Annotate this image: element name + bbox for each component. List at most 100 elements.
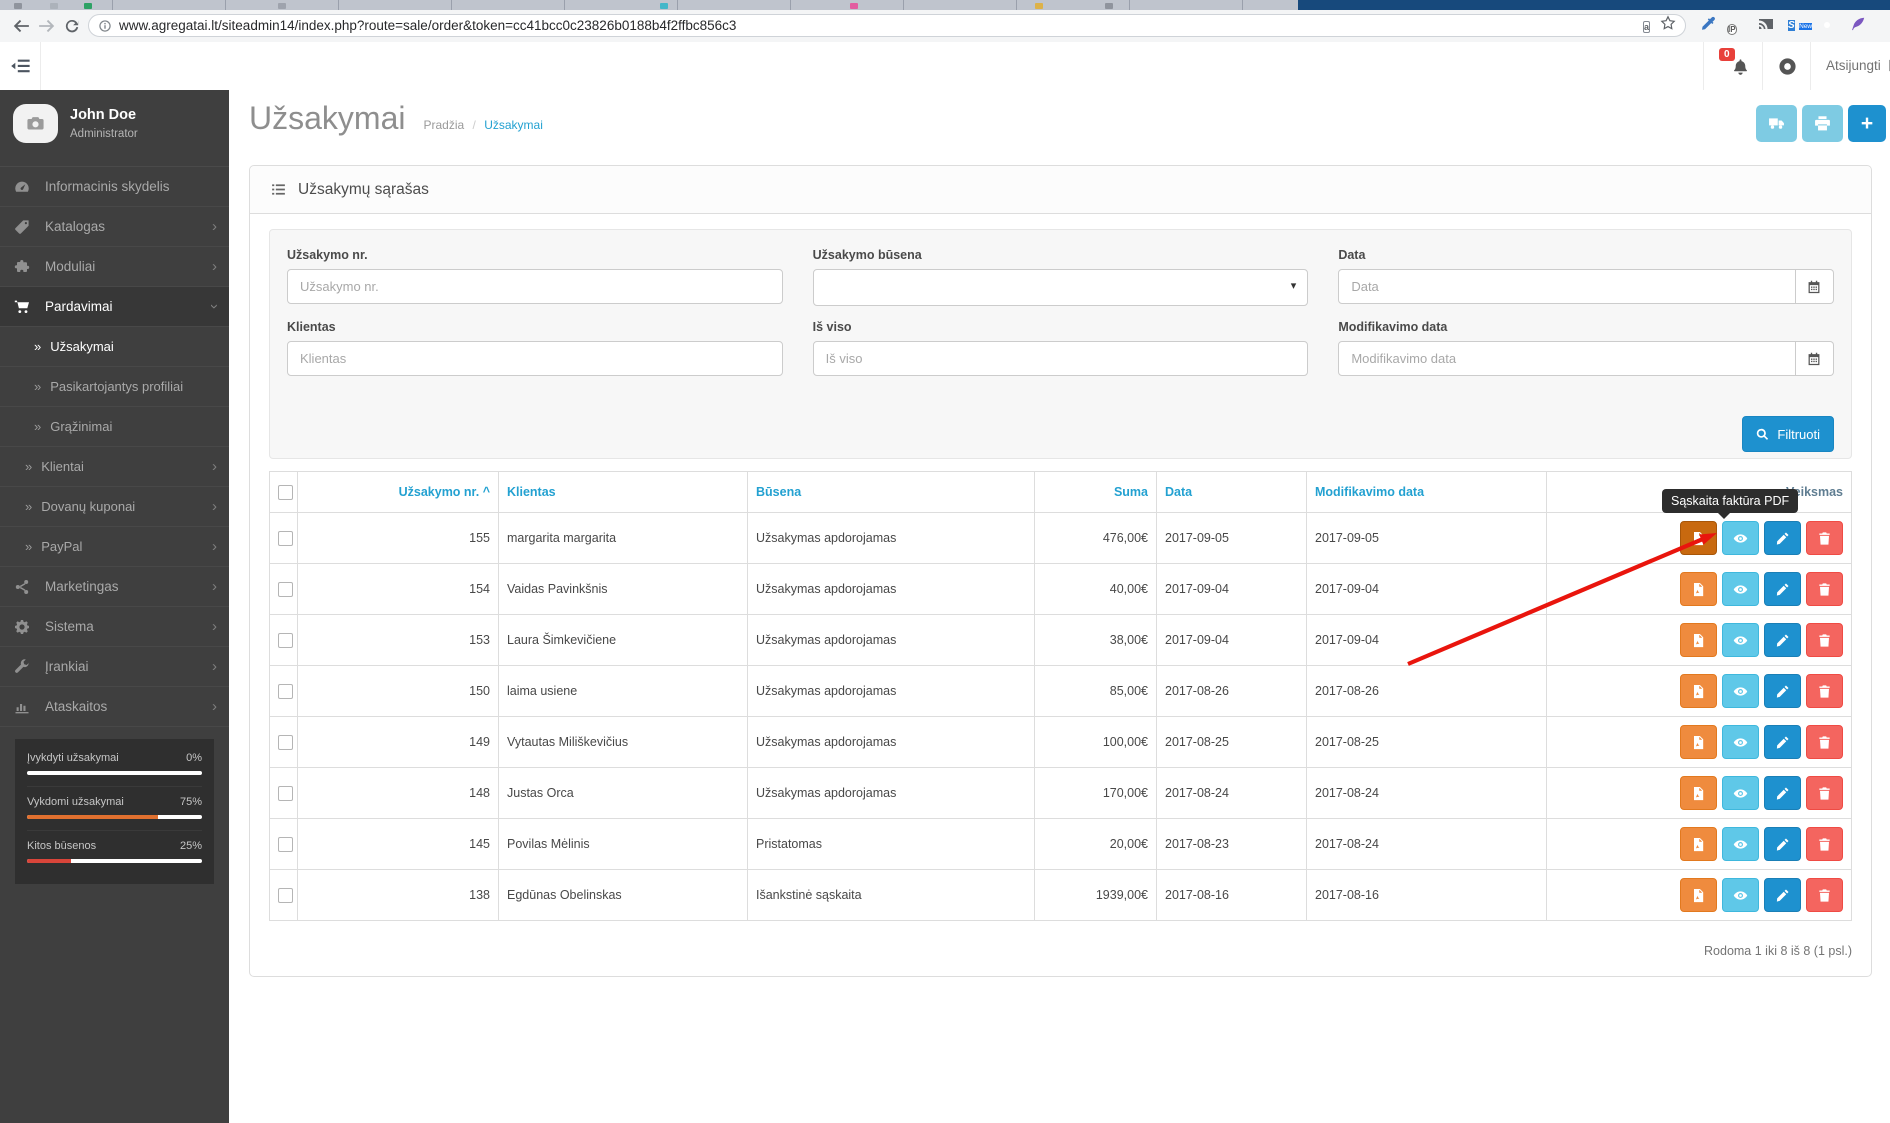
eye-icon [1733,531,1748,546]
translate-icon[interactable]: a [1642,17,1650,35]
shipping-list-button[interactable] [1756,105,1797,142]
invoice-pdf-button[interactable] [1680,725,1717,759]
sidebar-item-grazinimai[interactable]: » Grąžinimai [0,407,229,447]
ip-lookup-extension-icon[interactable]: IP [1727,19,1737,37]
sort-customer[interactable]: Klientas [507,485,556,499]
url-bar[interactable]: www.agregatai.lt/siteadmin14/index.php?r… [88,14,1686,37]
sidebar-toggle-button[interactable] [9,55,31,82]
select-all-checkbox[interactable] [278,484,293,500]
trash-icon [1817,735,1832,750]
feather-extension-icon[interactable] [1850,16,1866,32]
sidebar-item-uzsakymai[interactable]: » Užsakymai [0,327,229,367]
row-checkbox[interactable] [278,581,293,597]
view-order-button[interactable] [1722,776,1759,810]
add-order-button[interactable]: + [1848,105,1886,142]
edit-order-button[interactable] [1764,776,1801,810]
row-checkbox[interactable] [278,530,293,546]
sidebar-item-informacinis-skydelis[interactable]: Informacinis skydelis [0,167,229,207]
sidebar-item-paypal[interactable]: » PayPal › [0,527,229,567]
sidebar-item-irankiai[interactable]: Įrankiai › [0,647,229,687]
invoice-pdf-button[interactable] [1680,674,1717,708]
sidebar-item-katalogas[interactable]: Katalogas › [0,207,229,247]
date-input[interactable] [1338,269,1796,304]
delete-order-button[interactable] [1806,521,1843,555]
row-checkbox[interactable] [278,836,293,852]
total-input[interactable] [812,341,1309,376]
sort-status[interactable]: Būsena [756,485,801,499]
edit-order-button[interactable] [1764,623,1801,657]
view-order-button[interactable] [1722,623,1759,657]
breadcrumb-current[interactable]: Užsakymai [484,118,543,132]
notifications-bell-icon[interactable] [1731,57,1750,81]
sort-total[interactable]: Suma [1114,485,1148,499]
breadcrumb-home[interactable]: Pradžia [423,118,464,132]
page-info-icon[interactable] [98,19,112,33]
edit-order-button[interactable] [1764,827,1801,861]
support-lifering-icon[interactable] [1778,57,1797,81]
cast-extension-icon[interactable] [1758,16,1774,32]
edit-order-button[interactable] [1764,572,1801,606]
delete-order-button[interactable] [1806,623,1843,657]
invoice-pdf-button[interactable] [1680,521,1717,555]
file-pdf-icon [1691,888,1706,903]
order-status-select[interactable]: ▾ [812,269,1309,306]
row-checkbox[interactable] [278,683,293,699]
invoice-pdf-button[interactable] [1680,827,1717,861]
edit-order-button[interactable] [1764,878,1801,912]
delete-order-button[interactable] [1806,827,1843,861]
row-checkbox[interactable] [278,632,293,648]
s-extension-icon[interactable]: S New [1788,15,1813,33]
order-customer: Vaidas Pavinkšnis [498,563,748,615]
filter-button[interactable]: Filtruoti [1742,416,1834,452]
view-order-button[interactable] [1722,827,1759,861]
view-order-button[interactable] [1722,725,1759,759]
avatar[interactable] [13,104,58,143]
view-order-button[interactable] [1722,674,1759,708]
edit-order-button[interactable] [1764,521,1801,555]
row-checkbox[interactable] [278,734,293,750]
search-icon [1756,428,1769,441]
sidebar-item-klientai[interactable]: » Klientai › [0,447,229,487]
order-modified: 2017-08-26 [1306,665,1547,717]
sort-order-no[interactable]: Užsakymo nr. ^ [399,485,490,499]
sidebar-item-ataskaitos[interactable]: Ataskaitos › [0,687,229,727]
sort-date[interactable]: Data [1165,485,1192,499]
delete-order-button[interactable] [1806,572,1843,606]
view-order-button[interactable] [1722,521,1759,555]
bookmark-star-icon[interactable] [1660,15,1676,36]
sidebar-item-pasikartojantys-profiliai[interactable]: » Pasikartojantys profiliai [0,367,229,407]
view-order-button[interactable] [1722,572,1759,606]
reload-button[interactable] [63,17,81,35]
calendar-button[interactable] [1795,341,1834,376]
sidebar-item-sistema[interactable]: Sistema › [0,607,229,647]
invoice-pdf-button[interactable] [1680,623,1717,657]
invoice-pdf-button[interactable] [1680,776,1717,810]
sidebar-item-moduliai[interactable]: Moduliai › [0,247,229,287]
edit-order-button[interactable] [1764,725,1801,759]
customer-input[interactable] [287,341,783,376]
modified-date-input[interactable] [1338,341,1796,376]
delete-order-button[interactable] [1806,725,1843,759]
print-invoice-button[interactable] [1802,105,1843,142]
row-checkbox[interactable] [278,887,293,903]
delete-order-button[interactable] [1806,674,1843,708]
sidebar-item-pardavimai[interactable]: Pardavimai › [0,287,229,327]
invoice-pdf-button[interactable] [1680,572,1717,606]
eyedropper-extension-icon[interactable] [1700,16,1716,32]
sidebar-item-dovanu-kuponai[interactable]: » Dovanų kuponai › [0,487,229,527]
calendar-button[interactable] [1795,269,1834,304]
order-no-input[interactable] [287,269,783,304]
view-order-button[interactable] [1722,878,1759,912]
edit-order-button[interactable] [1764,674,1801,708]
delete-order-button[interactable] [1806,878,1843,912]
logout-button[interactable]: Atsijungti [1826,58,1890,73]
sort-modified[interactable]: Modifikavimo data [1315,485,1424,499]
row-checkbox[interactable] [278,785,293,801]
invoice-pdf-button[interactable] [1680,878,1717,912]
stat-value: 0% [186,752,202,764]
delete-order-button[interactable] [1806,776,1843,810]
browser-tab-strip[interactable] [0,0,1890,10]
forward-button[interactable] [38,17,56,35]
back-button[interactable] [12,17,30,35]
sidebar-item-marketingas[interactable]: Marketingas › [0,567,229,607]
